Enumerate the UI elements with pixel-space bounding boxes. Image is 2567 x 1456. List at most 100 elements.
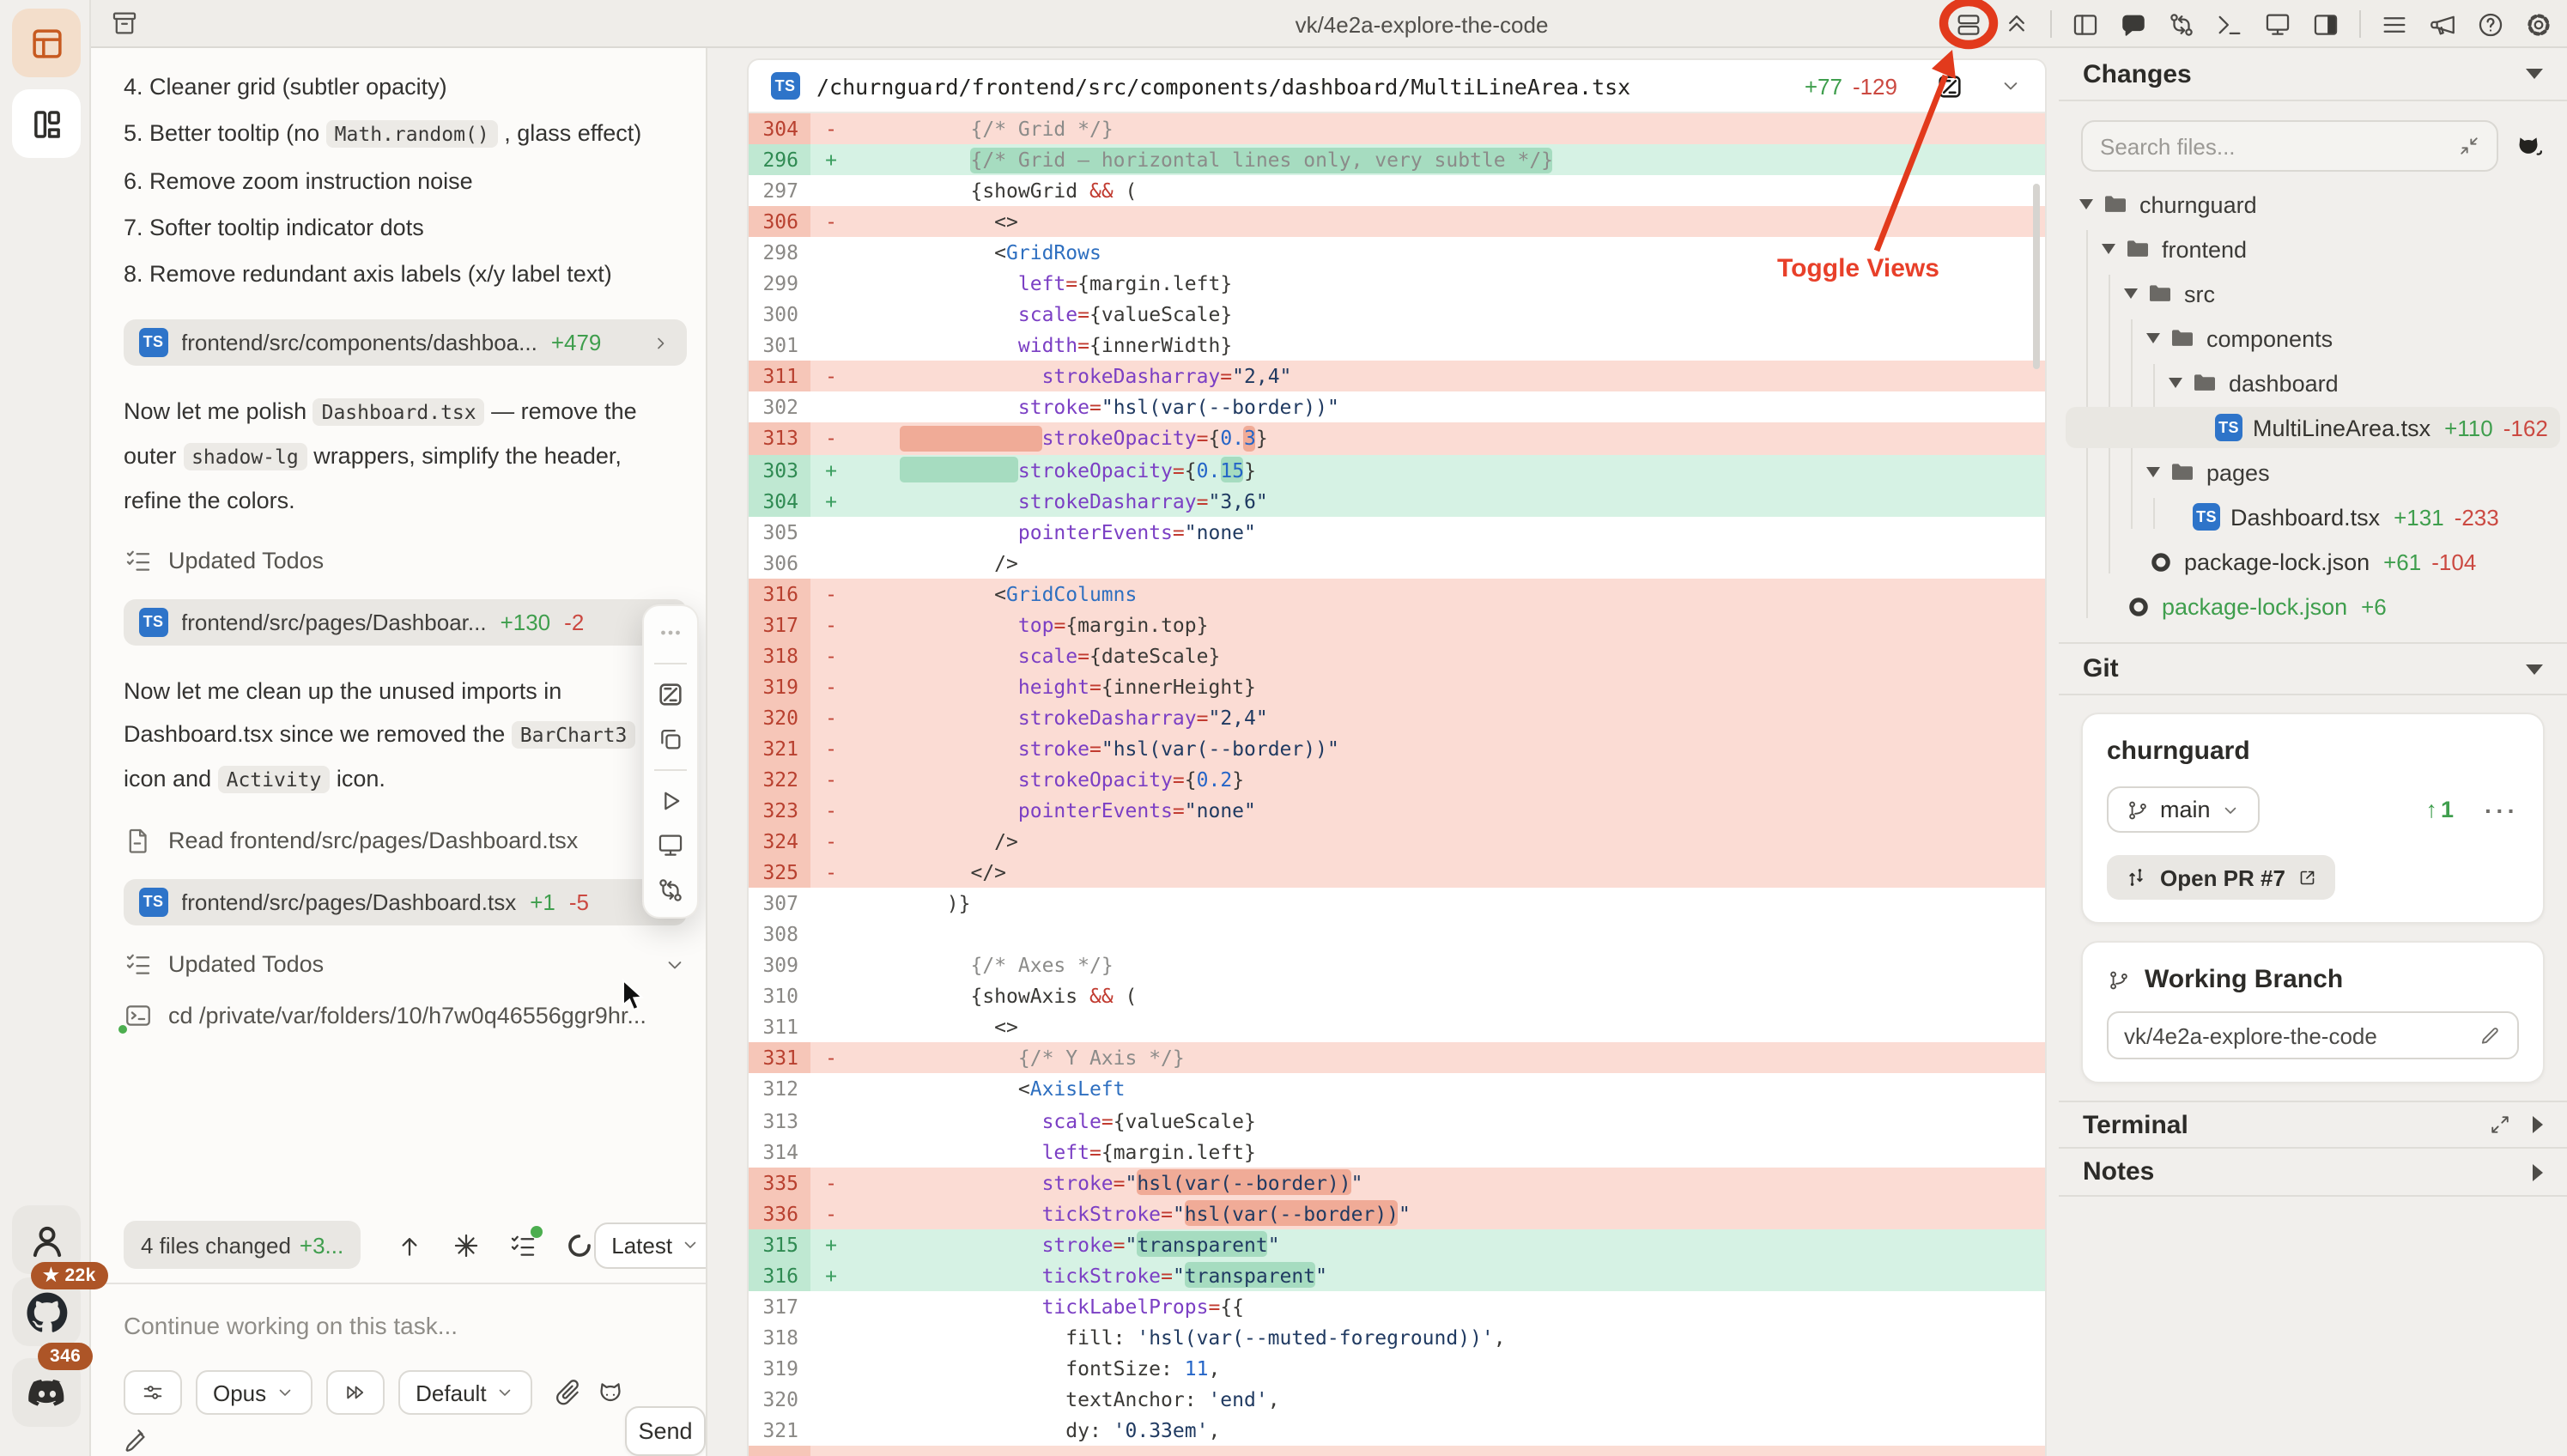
- tree-folder-churnguard[interactable]: churnguard: [2059, 182, 2567, 227]
- diff-line[interactable]: 298 <GridRows: [749, 237, 2045, 268]
- diff-line[interactable]: 335- stroke="hsl(var(--border))": [749, 1167, 2045, 1198]
- diff-line[interactable]: 319 fontSize: 11,: [749, 1353, 2045, 1384]
- file-change-chip[interactable]: TSfrontend/src/components/dashboa...+479: [124, 319, 687, 366]
- git-section-header[interactable]: Git: [2059, 642, 2567, 695]
- diff-line[interactable]: 297 {showGrid && (: [749, 175, 2045, 206]
- tool-call-row[interactable]: cd /private/var/folders/10/h7w0q46556ggr…: [124, 1001, 687, 1030]
- help-icon[interactable]: [2476, 9, 2505, 39]
- todo-list-icon[interactable]: [508, 1230, 537, 1259]
- tree-folder-src[interactable]: src: [2059, 271, 2567, 316]
- diff-line[interactable]: 304+ strokeDasharray="3,6": [749, 485, 2045, 516]
- diff-line[interactable]: -: [749, 1446, 2045, 1456]
- collapse-icon[interactable]: [2457, 134, 2481, 158]
- model-dropdown[interactable]: Opus: [196, 1370, 313, 1415]
- notes-section-header[interactable]: Notes: [2059, 1149, 2567, 1197]
- diff-line[interactable]: 321 dy: '0.33em',: [749, 1415, 2045, 1446]
- tree-file-package-lock.json[interactable]: package-lock.json+6: [2059, 584, 2567, 628]
- caret-down-icon[interactable]: [2146, 467, 2160, 477]
- diff-line[interactable]: 302 stroke="hsl(var(--border))": [749, 392, 2045, 423]
- diff-line[interactable]: 296+ {/* Grid — horizontal lines only, v…: [749, 144, 2045, 175]
- diff-view-icon[interactable]: [656, 680, 685, 709]
- working-branch-input[interactable]: vk/4e2a-explore-the-code: [2107, 1011, 2519, 1059]
- attach-icon[interactable]: [554, 1378, 583, 1407]
- menu-icon[interactable]: [2380, 9, 2409, 39]
- commits-ahead[interactable]: ↑1: [2425, 797, 2454, 822]
- more-options-button[interactable]: ···: [2485, 796, 2519, 823]
- cat-icon[interactable]: [597, 1378, 626, 1407]
- diff-line[interactable]: 308: [749, 919, 2045, 949]
- diff-line[interactable]: 311 <>: [749, 1012, 2045, 1043]
- version-dropdown[interactable]: Latest: [594, 1222, 707, 1268]
- tool-call-row[interactable]: Read frontend/src/pages/Dashboard.tsx: [124, 826, 687, 855]
- caret-down-icon[interactable]: [2146, 333, 2160, 343]
- chevrons-up-icon[interactable]: [2002, 9, 2031, 39]
- diff-line[interactable]: 336- tickStroke="hsl(var(--border))": [749, 1198, 2045, 1228]
- changes-section-header[interactable]: Changes: [2059, 48, 2567, 101]
- diff-line[interactable]: 317 tickLabelProps={{: [749, 1291, 2045, 1322]
- caret-down-icon[interactable]: [2102, 244, 2115, 254]
- tool-call-row[interactable]: Updated Todos: [124, 546, 687, 575]
- diff-line[interactable]: 322- strokeOpacity={0.2}: [749, 764, 2045, 795]
- gear-icon[interactable]: [2524, 9, 2553, 39]
- diff-line[interactable]: 307 )}: [749, 888, 2045, 919]
- caret-down-icon[interactable]: [2079, 199, 2093, 209]
- composer-placeholder[interactable]: Continue working on this task...: [124, 1312, 458, 1339]
- tree-folder-components[interactable]: components: [2059, 316, 2567, 361]
- rail-button-board[interactable]: [12, 89, 81, 158]
- expand-icon[interactable]: [2488, 1113, 2512, 1137]
- git-compare-icon[interactable]: [656, 876, 685, 905]
- diff-line[interactable]: 319- height={innerHeight}: [749, 671, 2045, 702]
- chat-bubble-icon[interactable]: [2119, 9, 2148, 39]
- diff-view-icon[interactable]: [1935, 71, 1964, 100]
- pencil-icon[interactable]: [2478, 1023, 2502, 1047]
- diff-line[interactable]: 318 fill: 'hsl(var(--muted-foreground))'…: [749, 1322, 2045, 1353]
- diff-line[interactable]: 313 scale={valueScale}: [749, 1105, 2045, 1136]
- terminal-section-header[interactable]: Terminal: [2059, 1101, 2567, 1149]
- megaphone-icon[interactable]: [2428, 9, 2457, 39]
- settings-sliders-button[interactable]: [124, 1370, 182, 1415]
- tool-call-row[interactable]: Updated Todos: [124, 949, 687, 979]
- tree-file-MultiLineArea.tsx[interactable]: TSMultiLineArea.tsx+110-162: [2059, 405, 2567, 450]
- monitor-icon[interactable]: [656, 831, 685, 860]
- file-change-chip[interactable]: TSfrontend/src/pages/Dashboard.tsx+1-5: [124, 879, 687, 925]
- chevron-down-icon[interactable]: [663, 952, 687, 976]
- caret-down-icon[interactable]: [2169, 378, 2182, 388]
- diff-line[interactable]: 303+ strokeOpacity={0.15}: [749, 454, 2045, 485]
- push-up-icon[interactable]: [395, 1230, 424, 1259]
- diff-line[interactable]: 324- />: [749, 826, 2045, 857]
- diff-line[interactable]: 318- scale={dateScale}: [749, 640, 2045, 671]
- rail-button-workspace[interactable]: [12, 9, 81, 77]
- monitor-icon[interactable]: [2263, 9, 2292, 39]
- chevron-down-icon[interactable]: [1999, 74, 2023, 98]
- mode-dropdown[interactable]: Default: [398, 1370, 532, 1415]
- copy-icon[interactable]: [656, 725, 685, 754]
- branch-dropdown[interactable]: main: [2107, 786, 2261, 833]
- diff-line[interactable]: 320 textAnchor: 'end',: [749, 1384, 2045, 1415]
- open-pr-button[interactable]: Open PR #7: [2107, 855, 2335, 900]
- diff-line[interactable]: 309 {/* Axes */}: [749, 950, 2045, 981]
- git-compare-icon[interactable]: [2167, 9, 2196, 39]
- spark-icon[interactable]: [452, 1230, 481, 1259]
- diff-line[interactable]: 320- strokeDasharray="2,4": [749, 702, 2045, 733]
- pen-icon[interactable]: [122, 1425, 151, 1454]
- diff-line[interactable]: 315+ stroke="transparent": [749, 1228, 2045, 1259]
- diff-line[interactable]: 313- strokeOpacity={0.3}: [749, 423, 2045, 454]
- diff-line[interactable]: 306 />: [749, 547, 2045, 578]
- fast-forward-button[interactable]: [326, 1370, 385, 1415]
- panel-right-icon[interactable]: [2311, 9, 2340, 39]
- diff-line[interactable]: 325- </>: [749, 857, 2045, 888]
- diff-line[interactable]: 331- {/* Y Axis */}: [749, 1043, 2045, 1074]
- tree-file-Dashboard.tsx[interactable]: TSDashboard.tsx+131-233: [2059, 494, 2567, 539]
- diff-line[interactable]: 300 scale={valueScale}: [749, 300, 2045, 331]
- diff-line[interactable]: 304- {/* Grid */}: [749, 113, 2045, 144]
- diff-line[interactable]: 311- strokeDasharray="2,4": [749, 361, 2045, 392]
- tree-folder-frontend[interactable]: frontend: [2059, 227, 2567, 271]
- toggle-views-icon[interactable]: [1954, 9, 1983, 39]
- tree-file-package-lock.json[interactable]: package-lock.json+61-104: [2059, 539, 2567, 584]
- cat-icon[interactable]: [2514, 131, 2543, 161]
- diff-line[interactable]: 301 width={innerWidth}: [749, 331, 2045, 361]
- diff-line[interactable]: 323- pointerEvents="none": [749, 795, 2045, 826]
- diff-scrollbar-thumb[interactable]: [2033, 184, 2040, 369]
- files-changed-chip[interactable]: 4 files changed +3...: [124, 1221, 361, 1269]
- diff-line[interactable]: 314 left={margin.left}: [749, 1136, 2045, 1167]
